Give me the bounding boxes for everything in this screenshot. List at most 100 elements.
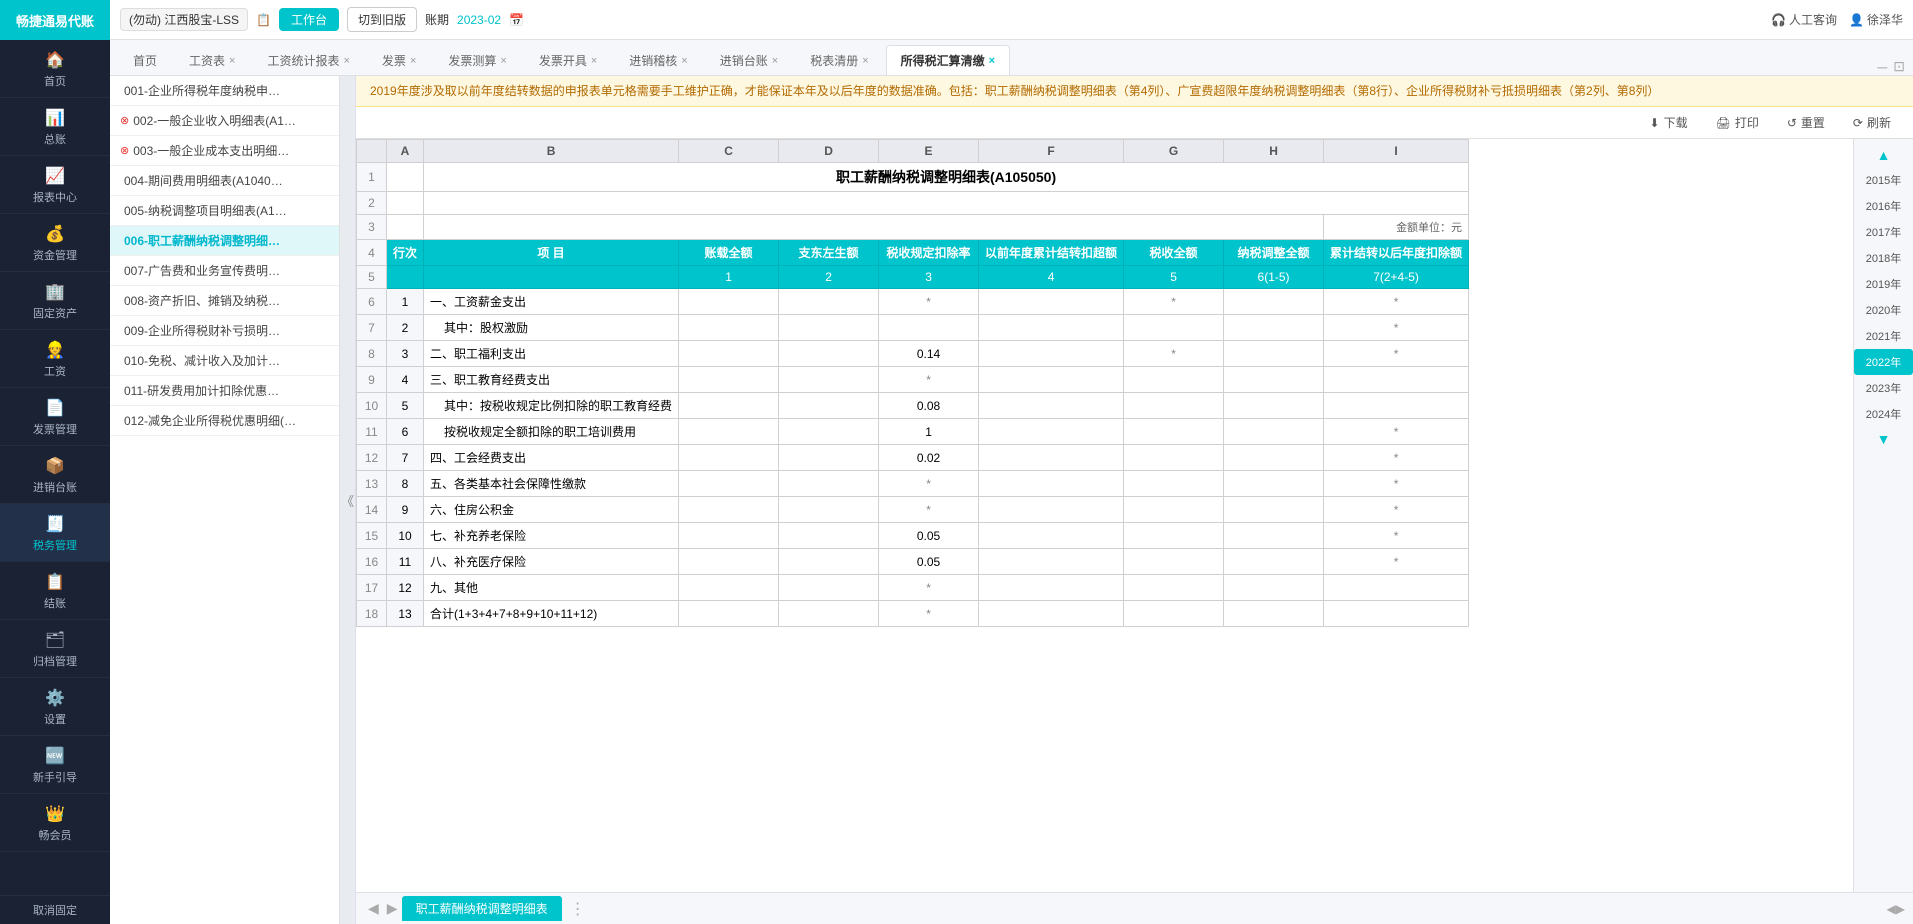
cell-11-i[interactable]: * <box>1324 419 1469 445</box>
cell-11-c[interactable] <box>679 419 779 445</box>
cell-11-g[interactable] <box>1124 419 1224 445</box>
cell-15-c[interactable] <box>679 523 779 549</box>
print-button[interactable]: 🖨 打印 <box>1708 111 1767 134</box>
cell-14-g[interactable] <box>1124 497 1224 523</box>
cell-18-f[interactable] <box>979 601 1124 627</box>
cell-7-h[interactable] <box>1224 315 1324 341</box>
cell-13-d[interactable] <box>779 471 879 497</box>
year-2019[interactable]: 2019年 <box>1854 271 1913 297</box>
company-selector[interactable]: (勿动) 江西股宝-LSS <box>120 8 248 31</box>
cell-17-e[interactable]: * <box>879 575 979 601</box>
ft-item-004[interactable]: 004-期间费用明细表(A1040… <box>110 166 339 196</box>
cell-6-rn[interactable]: 1 <box>387 289 424 315</box>
cell-7-rn[interactable]: 2 <box>387 315 424 341</box>
ft-item-005[interactable]: 005-纳税调整项目明细表(A1… <box>110 196 339 226</box>
sheet-more-button[interactable]: ⋮ <box>562 899 594 919</box>
cell-16-rn[interactable]: 11 <box>387 549 424 575</box>
cell-12-e[interactable]: 0.02 <box>879 445 979 471</box>
cell-9-i[interactable] <box>1324 367 1469 393</box>
tab-income-tax-close[interactable]: × <box>989 55 995 67</box>
cell-13-e[interactable]: * <box>879 471 979 497</box>
cell-8-h[interactable] <box>1224 341 1324 367</box>
sidebar-item-home[interactable]: 🏠 首页 <box>0 40 110 98</box>
year-up-button[interactable]: ▲ <box>1873 143 1895 167</box>
cell-6-h[interactable] <box>1224 289 1324 315</box>
cell-15-rn[interactable]: 10 <box>387 523 424 549</box>
cell-9-c[interactable] <box>679 367 779 393</box>
year-2022[interactable]: 2022年 <box>1854 349 1913 375</box>
ft-item-008[interactable]: 008-资产折旧、摊销及纳税… <box>110 286 339 316</box>
cell-15-h[interactable] <box>1224 523 1324 549</box>
cell-8-g[interactable]: * <box>1124 341 1224 367</box>
tab-home[interactable]: 首页 <box>118 45 172 75</box>
cell-18-rn[interactable]: 13 <box>387 601 424 627</box>
cell-7-d[interactable] <box>779 315 879 341</box>
cell-16-i[interactable]: * <box>1324 549 1469 575</box>
cell-13-i[interactable]: * <box>1324 471 1469 497</box>
cell-11-e[interactable]: 1 <box>879 419 979 445</box>
copy-icon[interactable]: 📋 <box>256 13 271 27</box>
cell-10-f[interactable] <box>979 393 1124 419</box>
cell-14-label[interactable]: 六、住房公积金 <box>424 497 679 523</box>
cell-8-c[interactable] <box>679 341 779 367</box>
cell-14-h[interactable] <box>1224 497 1324 523</box>
cell-10-i[interactable] <box>1324 393 1469 419</box>
cell-14-e[interactable]: * <box>879 497 979 523</box>
cell-17-h[interactable] <box>1224 575 1324 601</box>
ft-item-006[interactable]: 006-职工薪酬纳税调整明细… <box>110 226 339 256</box>
sidebar-item-member[interactable]: 👑 畅会员 <box>0 794 110 852</box>
cell-12-g[interactable] <box>1124 445 1224 471</box>
tab-income-tax[interactable]: 所得税汇算清缴× <box>886 45 1010 75</box>
cell-15-e[interactable]: 0.05 <box>879 523 979 549</box>
download-button[interactable]: ⬇ 下载 <box>1642 111 1696 134</box>
sidebar-item-tax[interactable]: 🧾 税务管理 <box>0 504 110 562</box>
cell-8-label[interactable]: 二、职工福利支出 <box>424 341 679 367</box>
tab-invoice-close[interactable]: × <box>410 55 416 67</box>
cell-18-c[interactable] <box>679 601 779 627</box>
cell-8-i[interactable]: * <box>1324 341 1469 367</box>
cell-12-i[interactable]: * <box>1324 445 1469 471</box>
sidebar-item-invoice-mgmt[interactable]: 📄 发票管理 <box>0 388 110 446</box>
cell-14-f[interactable] <box>979 497 1124 523</box>
cell-11-f[interactable] <box>979 419 1124 445</box>
cell-18-e[interactable]: * <box>879 601 979 627</box>
sheet-table-container[interactable]: A B C D E F G H I <box>356 139 1853 892</box>
tab-maximize-icon[interactable]: ⊡ <box>1893 58 1905 75</box>
tab-invoice-issue-close[interactable]: × <box>591 55 597 67</box>
cell-16-f[interactable] <box>979 549 1124 575</box>
cell-6-label[interactable]: 一、工资薪金支出 <box>424 289 679 315</box>
cell-17-f[interactable] <box>979 575 1124 601</box>
cell-10-label[interactable]: 其中：按税收规定比例扣除的职工教育经费 <box>424 393 679 419</box>
cell-10-g[interactable] <box>1124 393 1224 419</box>
cell-12-d[interactable] <box>779 445 879 471</box>
switch-old-button[interactable]: 切到旧版 <box>347 7 417 32</box>
tab-ps-check-close[interactable]: × <box>681 55 687 67</box>
sidebar-item-settings[interactable]: ⚙️ 设置 <box>0 678 110 736</box>
sidebar-item-close[interactable]: 📋 结账 <box>0 562 110 620</box>
cancel-fix-button[interactable]: 取消固定 <box>0 895 110 924</box>
cell-15-label[interactable]: 七、补充养老保险 <box>424 523 679 549</box>
cell-16-c[interactable] <box>679 549 779 575</box>
sidebar-item-reports[interactable]: 📈 报表中心 <box>0 156 110 214</box>
cell-6-i[interactable]: * <box>1324 289 1469 315</box>
cell-12-f[interactable] <box>979 445 1124 471</box>
cell-9-e[interactable]: * <box>879 367 979 393</box>
cell-13-c[interactable] <box>679 471 779 497</box>
cell-13-rn[interactable]: 8 <box>387 471 424 497</box>
cell-16-label[interactable]: 八、补充医疗保险 <box>424 549 679 575</box>
cell-6-d[interactable] <box>779 289 879 315</box>
cell-10-rn[interactable]: 5 <box>387 393 424 419</box>
cell-8-f[interactable] <box>979 341 1124 367</box>
tab-payroll-stats-close[interactable]: × <box>343 55 349 67</box>
cell-17-g[interactable] <box>1124 575 1224 601</box>
tab-ps-check[interactable]: 进销稽核× <box>614 45 702 75</box>
cell-11-d[interactable] <box>779 419 879 445</box>
cell-13-f[interactable] <box>979 471 1124 497</box>
cell-7-e[interactable] <box>879 315 979 341</box>
cell-11-label[interactable]: 按税收规定全额扣除的职工培训费用 <box>424 419 679 445</box>
cell-10-e[interactable]: 0.08 <box>879 393 979 419</box>
bottom-sheet-tab[interactable]: 职工薪酬纳税调整明细表 <box>402 896 562 921</box>
cell-12-label[interactable]: 四、工会经费支出 <box>424 445 679 471</box>
reset-button[interactable]: ↺ 重置 <box>1779 111 1833 134</box>
cell-6-c[interactable] <box>679 289 779 315</box>
